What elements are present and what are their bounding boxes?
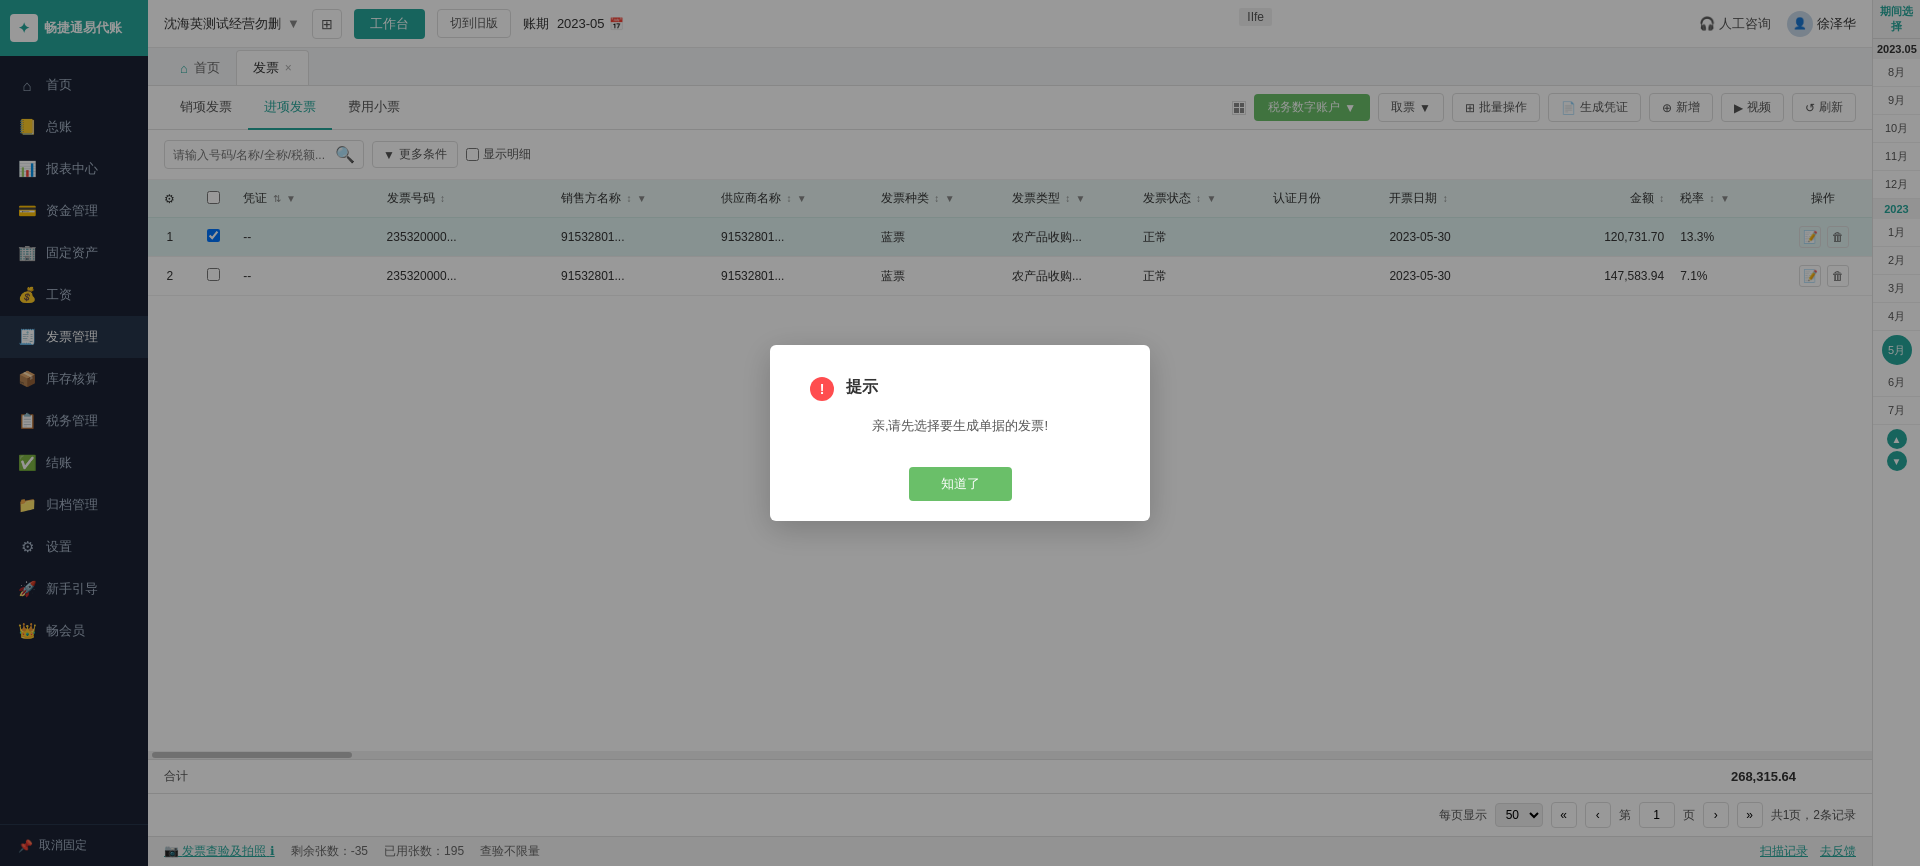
modal-overlay: ! 提示 亲,请先选择要生成单据的发票! 知道了 (0, 0, 1920, 866)
modal-confirm-button[interactable]: 知道了 (909, 467, 1012, 501)
modal-message: 亲,请先选择要生成单据的发票! (810, 417, 1110, 435)
modal-footer: 知道了 (770, 459, 1150, 521)
modal-warning-icon: ! (810, 377, 834, 401)
modal-dialog: ! 提示 亲,请先选择要生成单据的发票! 知道了 (770, 345, 1150, 521)
modal-title: 提示 (846, 377, 878, 398)
modal-icon-row: ! 提示 (810, 377, 1110, 401)
modal-body: ! 提示 亲,请先选择要生成单据的发票! (770, 345, 1150, 459)
